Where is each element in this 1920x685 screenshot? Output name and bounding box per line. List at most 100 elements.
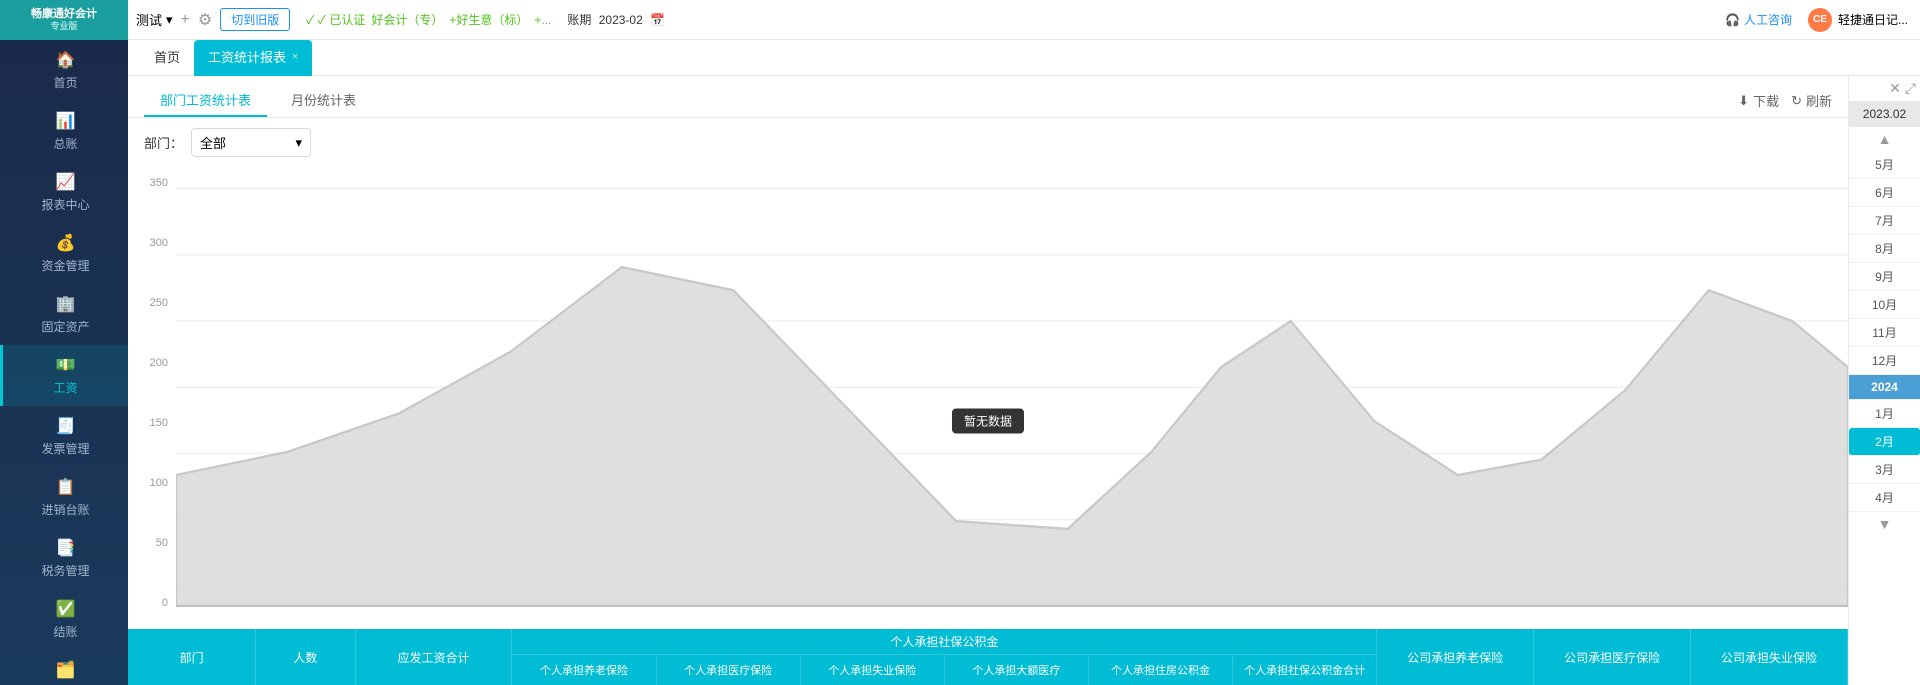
app-logo: 畅康通好会计 专业版 [0,0,128,40]
header-right: 🎧 人工咨询 CE 轻捷通日记... [1725,8,1908,32]
date-month-6[interactable]: 6月 [1849,179,1920,207]
expand-panel-icon[interactable]: ⤢ [1905,80,1916,97]
chevron-down-icon: ▾ [295,135,302,151]
download-icon: ⬇ [1738,93,1749,109]
date-nav: ▲ 5月 6月 7月 8月 9月 [1849,127,1920,536]
sidebar-item-tax[interactable]: 📑 税务管理 [0,528,128,589]
date-nav-down[interactable]: ▼ [1849,512,1920,536]
period-label: 账期 [567,13,591,27]
logo-line2: 专业版 [31,21,97,32]
headset-icon: 🎧 [1725,13,1740,27]
dropdown-arrow-icon: ▾ [166,12,173,28]
y-label-150: 150 [150,417,168,429]
funds-icon: 💰 [56,233,76,253]
sidebar-item-label: 固定资产 [41,318,89,335]
sidebar-item-label: 税务管理 [41,562,89,579]
reports-icon: 📈 [56,172,76,192]
badge-biz: +好生意（标） [449,11,528,28]
settings-icon[interactable]: ⚙ [198,10,212,30]
inner-content: 部门工资统计表 月份统计表 ⬇ 下载 ↻ 刷新 [128,76,1920,685]
header-period: 账期 2023-02 📅 [567,11,665,28]
sidebar-item-sales[interactable]: 📋 进销台账 [0,467,128,528]
ledger-icon: 📊 [56,111,76,131]
sidebar-item-archive[interactable]: 🗂️ 归档管理 [0,650,128,685]
service-button[interactable]: 🎧 人工咨询 [1725,11,1792,28]
th-company-medical: 公司承担医疗保险 [1534,629,1691,685]
tax-icon: 📑 [56,538,76,558]
tab-close-icon[interactable]: × [292,51,298,63]
checkout-icon: ✅ [56,599,76,619]
sub-tab-dept[interactable]: 部门工资统计表 [144,84,267,117]
user-menu[interactable]: CE 轻捷通日记... [1808,8,1908,32]
sidebar-item-funds[interactable]: 💰 资金管理 [0,223,128,284]
refresh-icon: ↻ [1791,93,1802,109]
sidebar-item-salary[interactable]: 💵 工资 [0,345,128,406]
refresh-button[interactable]: ↻ 刷新 [1791,91,1832,110]
toolbar-right: ⬇ 下载 ↻ 刷新 [1738,91,1832,110]
th-personal-total: 个人承担社保公积金合计 [1233,655,1376,685]
sidebar-item-label: 报表中心 [41,196,89,213]
certified-icon: ✓ [306,13,314,27]
sidebar-item-reports[interactable]: 📈 报表中心 [0,162,128,223]
sidebar-item-checkout[interactable]: ✅ 结账 [0,589,128,650]
invoice-icon: 🧾 [56,416,76,436]
fixed-assets-icon: 🏢 [56,294,76,314]
close-panel-icon[interactable]: ✕ [1889,80,1901,97]
date-nav-up[interactable]: ▲ [1849,127,1920,151]
date-month-12[interactable]: 12月 [1849,347,1920,375]
date-month-11[interactable]: 11月 [1849,319,1920,347]
right-date-panel: ✕ ⤢ 2023.02 ▲ 5月 6月 7月 [1848,76,1920,685]
tab-home[interactable]: 首页 [140,40,194,76]
sub-tabs: 部门工资统计表 月份统计表 ⬇ 下载 ↻ 刷新 [128,76,1848,118]
sidebar-item-ledger[interactable]: 📊 总账 [0,101,128,162]
sub-tab-month[interactable]: 月份统计表 [275,84,372,117]
th-personal-housing: 个人承担住房公积金 [1089,655,1233,685]
th-group-personal-header: 个人承担社保公积金 [512,629,1376,655]
badge-certified: ✓ ✓ 已认证 [306,11,365,28]
th-personal-unemployment: 个人承担失业保险 [801,655,945,685]
y-label-250: 250 [150,297,168,309]
date-month-8[interactable]: 8月 [1849,235,1920,263]
period-value: 2023-02 [599,13,643,27]
th-group-personal-social: 个人承担社保公积金 个人承担养老保险 个人承担医疗保险 个人承担失业保险 [512,629,1377,685]
sidebar-item-label: 工资 [53,379,77,396]
th-group-personal-cells: 个人承担养老保险 个人承担医疗保险 个人承担失业保险 个人承担大额医疗 [512,655,1376,685]
avatar: CE [1808,8,1832,32]
th-personal-pension: 个人承担养老保险 [512,655,656,685]
main-layout: 🏠 首页 📊 总账 📈 报表中心 💰 资金管理 🏢 固定资产 💵 工资 🧾 发票… [0,40,1920,685]
chart-area: 350 300 250 200 150 100 50 0 [128,167,1848,629]
switch-old-button[interactable]: 切到旧版 [220,8,290,31]
badge-good-account: 好会计（专） [371,11,443,28]
date-month-3[interactable]: 3月 [1849,456,1920,484]
date-panel-header: 2023.02 [1849,101,1920,127]
sidebar-item-fixed-assets[interactable]: 🏢 固定资产 [0,284,128,345]
salary-icon: 💵 [56,355,76,375]
date-month-10[interactable]: 10月 [1849,291,1920,319]
dept-select[interactable]: 全部 ▾ [191,128,311,157]
home-icon: 🏠 [56,50,76,70]
sales-icon: 📋 [56,477,76,497]
date-month-5[interactable]: 5月 [1849,151,1920,179]
date-month-4[interactable]: 4月 [1849,484,1920,512]
date-year-2024: 2024 [1849,375,1920,400]
sidebar-item-home[interactable]: 🏠 首页 [0,40,128,101]
y-label-300: 300 [150,237,168,249]
download-button[interactable]: ⬇ 下载 [1738,91,1779,110]
add-icon[interactable]: + [181,11,190,29]
date-month-2-active[interactable]: 2月 [1849,428,1920,456]
y-label-100: 100 [150,477,168,489]
sidebar-item-label: 进销台账 [41,501,89,518]
badge-more: +... [534,13,551,27]
date-month-1[interactable]: 1月 [1849,400,1920,428]
th-company-pension: 公司承担养老保险 [1377,629,1534,685]
date-month-9[interactable]: 9月 [1849,263,1920,291]
dept-label: 部门： [144,133,183,152]
sidebar-item-invoice[interactable]: 🧾 发票管理 [0,406,128,467]
header-tab-dropdown[interactable]: 测试 ▾ [136,10,173,29]
calendar-icon[interactable]: 📅 [650,13,665,27]
sidebar: 🏠 首页 📊 总账 📈 报表中心 💰 资金管理 🏢 固定资产 💵 工资 🧾 发票… [0,40,128,685]
chart-svg [176,167,1848,629]
sidebar-item-label: 结账 [53,623,77,640]
tab-salary-report[interactable]: 工资统计报表 × [194,40,312,76]
date-month-7[interactable]: 7月 [1849,207,1920,235]
